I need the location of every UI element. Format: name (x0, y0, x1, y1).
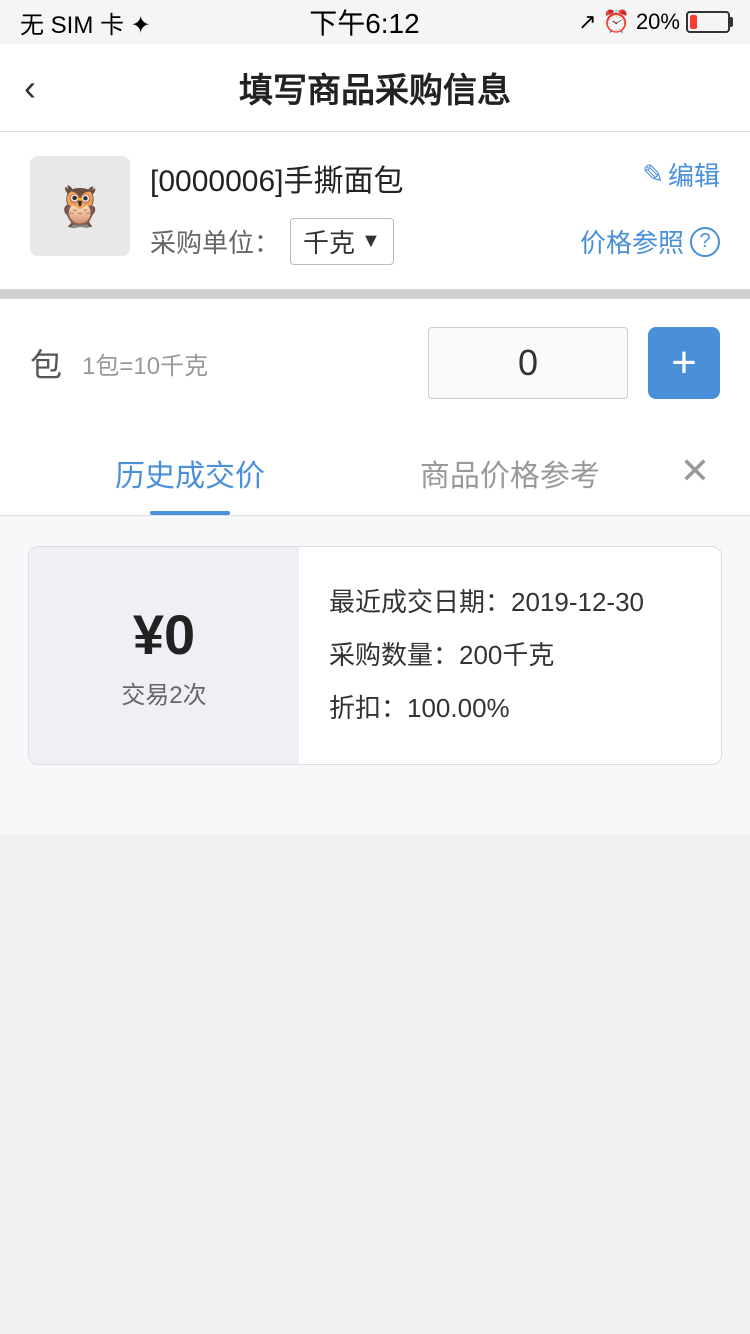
detail-qty-label: 采购数量： (329, 640, 459, 670)
history-price-value: ¥0 (133, 602, 195, 667)
product-card: 🦉 [0000006]手撕面包 ✎ 编辑 采购单位： 千克 ▼ 价格参照 ? (0, 132, 750, 289)
unit-label-group: 采购单位： 千克 ▼ (150, 218, 394, 265)
quantity-unit-hint: 1包=10千克 (82, 346, 408, 381)
edit-button[interactable]: ✎ 编辑 (642, 156, 720, 193)
alarm-icon: ⏰ (603, 9, 630, 35)
history-card: ¥0 交易2次 最近成交日期：2019-12-30 采购数量：200千克 折扣：… (28, 546, 722, 765)
unit-label: 采购单位： (150, 223, 280, 260)
detail-date-value: 2019-12-30 (511, 587, 644, 617)
status-bar: 无 SIM 卡 ✦ 下午6:12 ↗ ⏰ 20% (0, 0, 750, 44)
battery-pct: 20% (636, 9, 680, 35)
product-icon: 🦉 (55, 183, 105, 230)
history-detail-section: 最近成交日期：2019-12-30 采购数量：200千克 折扣：100.00% (299, 547, 721, 764)
product-thumbnail: 🦉 (30, 156, 130, 256)
product-header: [0000006]手撕面包 ✎ 编辑 (150, 156, 720, 200)
detail-qty-value: 200千克 (459, 640, 554, 670)
sim-status: 无 SIM 卡 ✦ (20, 5, 151, 40)
history-price-section: ¥0 交易2次 (29, 547, 299, 764)
price-ref-label: 价格参照 (580, 223, 684, 260)
price-ref-button[interactable]: 价格参照 ? (580, 223, 720, 260)
currency-symbol: ¥ (133, 603, 164, 666)
location-icon: ↗ (578, 9, 596, 35)
detail-date-label: 最近成交日期： (329, 587, 511, 617)
detail-discount-label: 折扣： (329, 693, 407, 723)
status-left: 无 SIM 卡 ✦ (20, 5, 151, 40)
battery-indicator (686, 11, 730, 33)
detail-date-row: 最近成交日期：2019-12-30 (329, 583, 691, 622)
quantity-row: 包 1包=10千克 0 + (0, 299, 750, 427)
status-right: ↗ ⏰ 20% (578, 9, 730, 35)
info-icon: ? (690, 227, 720, 257)
close-panel-button[interactable]: ✕ (670, 450, 720, 492)
nav-bar: ‹ 填写商品采购信息 (0, 44, 750, 132)
quantity-unit-tag: 包 (30, 340, 62, 386)
tabs-row: 历史成交价 商品价格参考 ✕ (0, 427, 750, 516)
trade-count: 交易2次 (121, 675, 206, 710)
page-title: 填写商品采购信息 (239, 63, 511, 112)
unit-dropdown-icon: ▼ (361, 230, 381, 253)
product-unit-row: 采购单位： 千克 ▼ 价格参照 ? (150, 218, 720, 265)
price-number: 0 (164, 603, 195, 666)
tab-history-price[interactable]: 历史成交价 (30, 427, 350, 515)
unit-value: 千克 (303, 223, 355, 260)
quantity-plus-button[interactable]: + (648, 327, 720, 399)
status-time: 下午6:12 (309, 2, 420, 42)
section-divider (0, 289, 750, 299)
detail-discount-value: 100.00% (407, 693, 510, 723)
tab-product-price-ref[interactable]: 商品价格参考 (350, 427, 670, 515)
detail-qty-row: 采购数量：200千克 (329, 636, 691, 675)
edit-label: 编辑 (668, 156, 720, 193)
product-name: [0000006]手撕面包 (150, 156, 403, 200)
back-button[interactable]: ‹ (24, 67, 36, 109)
unit-select[interactable]: 千克 ▼ (290, 218, 394, 265)
battery-fill (690, 15, 697, 29)
detail-discount-row: 折扣：100.00% (329, 689, 691, 728)
quantity-input[interactable]: 0 (428, 327, 628, 399)
edit-icon: ✎ (642, 159, 664, 190)
bottom-panel: 历史成交价 商品价格参考 ✕ ¥0 交易2次 最近成交日期：2019-12-30… (0, 427, 750, 835)
product-info: [0000006]手撕面包 ✎ 编辑 采购单位： 千克 ▼ 价格参照 ? (150, 156, 720, 265)
